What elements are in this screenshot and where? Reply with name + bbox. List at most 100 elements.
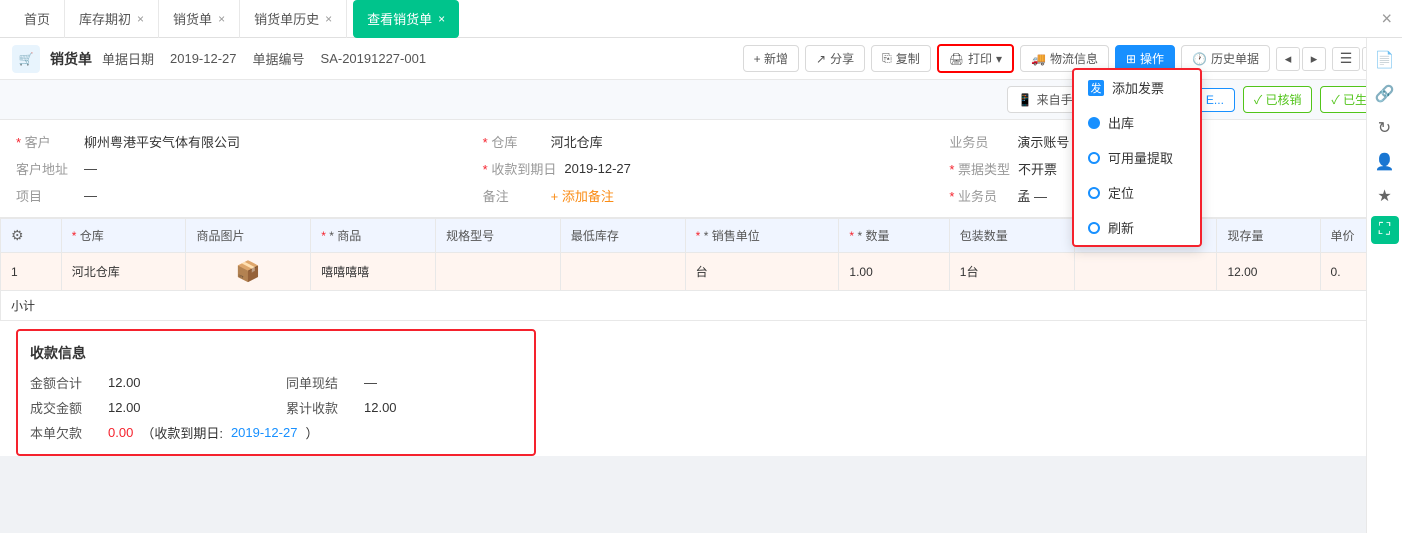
subtotal-row: 小计	[1, 291, 1402, 321]
print-icon: 🖨	[949, 52, 964, 66]
same-order-value: —	[364, 375, 377, 390]
due-value: 0.00	[108, 425, 133, 440]
amount-total-value: 12.00	[108, 375, 141, 390]
same-order-label: 同单现结	[286, 373, 356, 392]
share-icon: ↗	[816, 52, 826, 66]
doc-type-label: 销货单	[50, 49, 92, 69]
payment-cumulative: 累计收款 12.00	[286, 398, 522, 417]
tab-close-sales-order-history[interactable]: ×	[325, 12, 332, 26]
col-stock: 现存量	[1217, 219, 1320, 253]
address-field: 客户地址 —	[16, 159, 453, 178]
add-invoice-icon: 发	[1088, 80, 1104, 96]
print-dropdown-arrow: ▾	[996, 52, 1002, 66]
dropdown-outbound[interactable]: 出库	[1074, 105, 1200, 140]
warehouse-field: 仓库 河北仓库	[483, 132, 920, 151]
doc-number-value: SA-20191227-001	[321, 51, 427, 66]
window-close-button[interactable]: ×	[1381, 8, 1392, 29]
project-label: 项目	[16, 186, 76, 205]
share-button[interactable]: ↗ 分享	[805, 45, 865, 72]
refresh-icon	[1088, 222, 1100, 234]
employee-label: 业务员	[949, 132, 1009, 151]
right-sidebar: 📄 🔗 ↻ 👤 ★ ⛶	[1366, 38, 1402, 533]
dropdown-add-invoice[interactable]: 发 添加发票	[1074, 70, 1200, 105]
tab-sales-order-history[interactable]: 销货单历史 ×	[240, 0, 347, 38]
tab-bar: 首页 库存期初 × 销货单 × 销货单历史 × 查看销货单 × ×	[0, 0, 1402, 38]
outbound-label: 出库	[1108, 113, 1134, 132]
col-gear: ⚙	[1, 219, 62, 253]
col-pack-qty: 包装数量	[949, 219, 1074, 253]
cell-row-num: 1	[1, 253, 62, 291]
history-icon: 🕐	[1192, 52, 1207, 66]
doc-number-label: 单据编号	[253, 49, 305, 68]
employee-value: 演示账号	[1017, 132, 1069, 151]
col-warehouse: 仓库	[61, 219, 186, 253]
cell-pack-qty: 1台	[949, 253, 1074, 291]
payment-date-value: 2019-12-27	[564, 161, 631, 176]
payment-info-title: 收款信息	[30, 343, 522, 363]
tab-sales-order[interactable]: 销货单 ×	[159, 0, 240, 38]
sidebar-doc-icon[interactable]: 📄	[1371, 46, 1399, 74]
cumulative-label: 累计收款	[286, 398, 356, 417]
sidebar-link-icon[interactable]: 🔗	[1371, 80, 1399, 108]
bill-type-value: 不开票	[1018, 159, 1057, 178]
tab-close-view-sales-order[interactable]: ×	[438, 12, 445, 26]
refresh-label: 刷新	[1108, 218, 1134, 237]
sidebar-expand-icon[interactable]: ⛶	[1371, 216, 1399, 244]
tab-close-sales-order[interactable]: ×	[218, 12, 225, 26]
add-invoice-label: 添加发票	[1112, 78, 1164, 97]
copy-icon: ⎘	[882, 51, 892, 66]
address-label: 客户地址	[16, 159, 76, 178]
payment-date-field: 收款到期日 2019-12-27	[483, 159, 920, 178]
dropdown-refresh[interactable]: 刷新	[1074, 210, 1200, 245]
dropdown-locate[interactable]: 定位	[1074, 175, 1200, 210]
sidebar-star-icon[interactable]: ★	[1371, 182, 1399, 210]
cell-product-image: 📦	[186, 253, 311, 291]
tab-home[interactable]: 首页	[10, 0, 65, 38]
canceled-button[interactable]: ✓ 已核销	[1243, 86, 1313, 113]
transaction-value: 12.00	[108, 400, 141, 415]
locate-label: 定位	[1108, 183, 1134, 202]
payment-date-label: 收款到期日	[483, 159, 557, 178]
cell-available	[1074, 253, 1217, 291]
payment-same-order: 同单现结 —	[286, 373, 522, 392]
employee2-value: 孟 —	[1017, 186, 1047, 205]
amount-total-label: 金额合计	[30, 373, 100, 392]
tab-close-inventory-init[interactable]: ×	[137, 12, 144, 26]
col-product: * 商品	[311, 219, 436, 253]
tab-inventory-init[interactable]: 库存期初 ×	[65, 0, 159, 38]
available-extract-label: 可用量提取	[1108, 148, 1173, 167]
col-min-stock: 最低库存	[560, 219, 685, 253]
due-date-value: 2019-12-27	[231, 425, 298, 440]
address-value: —	[84, 161, 97, 176]
cumulative-value: 12.00	[364, 400, 397, 415]
nav-arrows: ◂ ▸	[1276, 47, 1326, 71]
warehouse-label: 仓库	[483, 132, 543, 151]
prev-arrow[interactable]: ◂	[1276, 47, 1300, 71]
subtotal-label: 小计	[1, 291, 1402, 321]
due-label: 本单欠款	[30, 423, 100, 442]
doc-title-area: 🛒 销货单 单据日期 2019-12-27 单据编号 SA-20191227-0…	[12, 45, 735, 73]
sidebar-user-icon[interactable]: 👤	[1371, 148, 1399, 176]
outbound-icon	[1088, 117, 1100, 129]
copy-button[interactable]: ⎘ 复制	[871, 45, 931, 72]
new-button[interactable]: + 新增	[743, 45, 799, 72]
next-arrow[interactable]: ▸	[1302, 47, 1326, 71]
gear-icon[interactable]: ⚙	[11, 227, 24, 243]
payment-info-grid: 金额合计 12.00 同单现结 — 成交金额 12.00 累计收款 12.00 …	[30, 373, 522, 442]
list-view-button[interactable]: ☰	[1332, 47, 1360, 71]
due-text: （收款到期日:	[141, 423, 223, 442]
product-image-icon: 📦	[236, 261, 261, 283]
print-button[interactable]: 🖨 打印 ▾	[937, 44, 1014, 73]
cell-quantity: 1.00	[839, 253, 949, 291]
customer-field: 客户 柳州粤港平安气体有限公司	[16, 132, 453, 151]
sidebar-refresh-icon[interactable]: ↻	[1371, 114, 1399, 142]
logistics-icon: 🚚	[1031, 52, 1046, 66]
project-field: 项目 —	[16, 186, 453, 205]
cell-spec	[436, 253, 561, 291]
doc-date-value: 2019-12-27	[170, 51, 237, 66]
dropdown-available-extract[interactable]: 可用量提取	[1074, 140, 1200, 175]
transaction-label: 成交金额	[30, 398, 100, 417]
tab-view-sales-order[interactable]: 查看销货单 ×	[353, 0, 459, 38]
notes-add-button[interactable]: + 添加备注	[551, 186, 614, 205]
cell-stock: 12.00	[1217, 253, 1320, 291]
